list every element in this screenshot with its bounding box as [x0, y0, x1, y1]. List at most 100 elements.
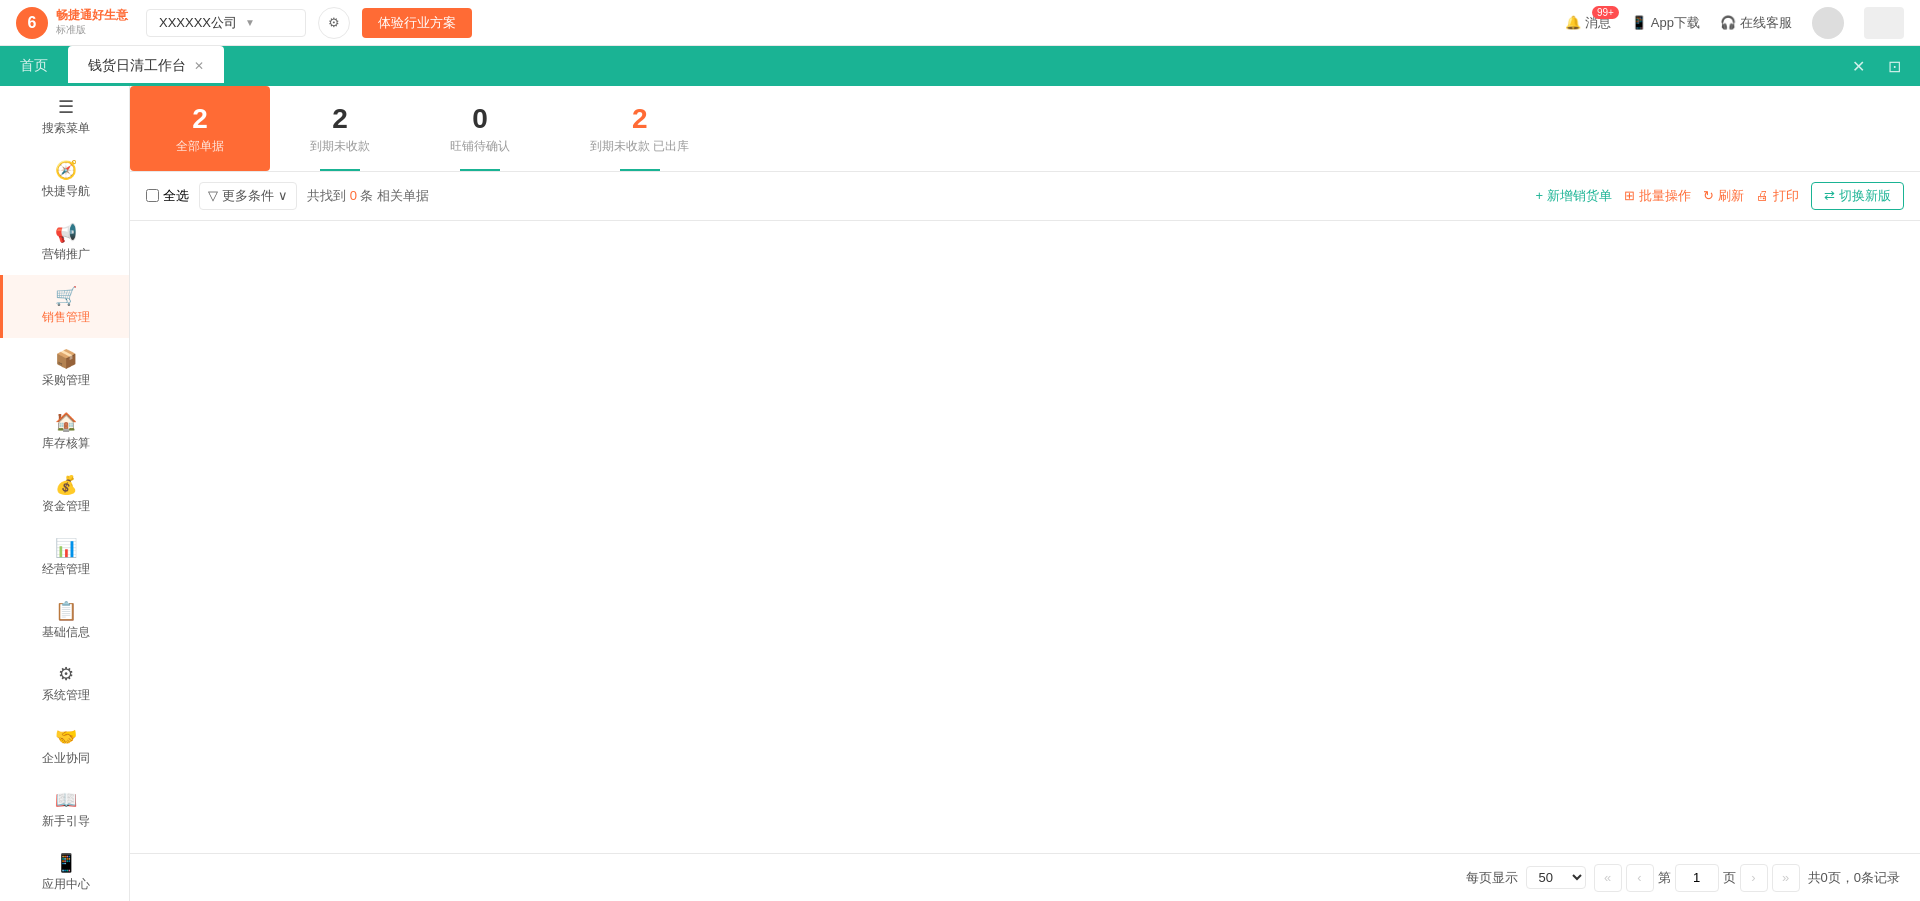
- app-center-icon: 📱: [55, 854, 77, 872]
- gear-icon: ⚙: [328, 15, 340, 30]
- count-unit: 条: [360, 188, 373, 203]
- pagination-nav: « ‹ 第 页 › »: [1594, 864, 1800, 892]
- sidebar-item-quick-nav[interactable]: 🧭 快捷导航: [0, 149, 129, 212]
- sidebar-item-label-finance: 资金管理: [42, 498, 90, 515]
- finance-icon: 💰: [55, 476, 77, 494]
- sales-icon: 🛒: [55, 287, 77, 305]
- sidebar-item-purchase[interactable]: 📦 采购管理: [0, 338, 129, 401]
- select-all-checkbox[interactable]: 全选: [146, 187, 189, 205]
- pagination-last-button[interactable]: »: [1772, 864, 1800, 892]
- tab-work-bench-label: 钱货日清工作台: [88, 57, 186, 75]
- avatar[interactable]: [1812, 7, 1844, 39]
- tab-close-icon[interactable]: ✕: [194, 59, 204, 73]
- count-text: 共找到 0 条 相关单据: [307, 187, 429, 205]
- nav-tabs: 首页 钱货日清工作台 ✕ ✕ ⊡: [0, 46, 1920, 86]
- purchase-icon: 📦: [55, 350, 77, 368]
- summary-label-overdue: 到期未收款: [310, 138, 370, 155]
- sidebar-item-system[interactable]: ⚙ 系统管理: [0, 653, 129, 716]
- summary-card-overdue[interactable]: 2 到期未收款: [270, 86, 410, 171]
- sidebar: ☰ 搜索菜单 🧭 快捷导航 📢 营销推广 🛒 销售管理 📦 采购管理 🏠 库存核…: [0, 86, 130, 901]
- header-actions: ⚙ 体验行业方案: [318, 7, 472, 39]
- system-icon: ⚙: [58, 665, 74, 683]
- sidebar-item-sales[interactable]: 🛒 销售管理: [0, 275, 129, 338]
- total-info: 共0页，0条记录: [1808, 869, 1900, 887]
- marketing-icon: 📢: [55, 224, 77, 242]
- refresh-icon: ↻: [1703, 188, 1714, 203]
- card-underline-2: [460, 169, 500, 171]
- add-btn-label: 新增销货单: [1547, 187, 1612, 205]
- download-icon: 📱: [1631, 15, 1647, 30]
- sidebar-item-finance[interactable]: 💰 资金管理: [0, 464, 129, 527]
- sidebar-item-label-system: 系统管理: [42, 687, 90, 704]
- batch-btn-label: 批量操作: [1639, 187, 1691, 205]
- sidebar-item-label-basic-info: 基础信息: [42, 624, 90, 641]
- basic-info-icon: 📋: [55, 602, 77, 620]
- filter-icon: ▽: [208, 188, 218, 203]
- related-label: 相关单据: [377, 188, 429, 203]
- app-download-label: App下载: [1651, 14, 1700, 32]
- card-underline: [320, 169, 360, 171]
- bell-icon: 🔔: [1565, 15, 1581, 30]
- table-area: [130, 221, 1920, 853]
- message-button[interactable]: 🔔 消息 99+: [1565, 14, 1611, 32]
- select-all-label: 全选: [163, 187, 189, 205]
- select-all-input[interactable]: [146, 189, 159, 202]
- page-label: 第: [1658, 869, 1671, 887]
- search-menu-icon: ☰: [58, 98, 74, 116]
- sidebar-item-inventory[interactable]: 🏠 库存核算: [0, 401, 129, 464]
- content-area: 2 全部单据 2 到期未收款 0 旺铺待确认 2 到期未收款 已出库: [130, 86, 1920, 901]
- filter-button[interactable]: ▽ 更多条件 ∨: [199, 182, 297, 210]
- add-sales-order-button[interactable]: + 新增销货单: [1535, 187, 1612, 205]
- tab-work-bench[interactable]: 钱货日清工作台 ✕: [68, 46, 224, 86]
- logo-icon: 6: [16, 7, 48, 39]
- card-underline-3: [620, 169, 660, 171]
- tab-home[interactable]: 首页: [0, 46, 68, 86]
- online-service-button[interactable]: 🎧 在线客服: [1720, 14, 1792, 32]
- sidebar-item-guide[interactable]: 📖 新手引导: [0, 779, 129, 842]
- nav-close-button[interactable]: ✕: [1844, 52, 1872, 80]
- per-page-select[interactable]: 50 100: [1526, 866, 1586, 889]
- nav-expand-button[interactable]: ⊡: [1880, 52, 1908, 80]
- switch-label: 切换新版: [1839, 187, 1891, 205]
- print-button[interactable]: 🖨 打印: [1756, 187, 1799, 205]
- sidebar-item-label-collaboration: 企业协同: [42, 750, 90, 767]
- sidebar-item-operation[interactable]: 📊 经营管理: [0, 527, 129, 590]
- experience-button[interactable]: 体验行业方案: [362, 8, 472, 38]
- app-download-button[interactable]: 📱 App下载: [1631, 14, 1700, 32]
- sidebar-item-app-center[interactable]: 📱 应用中心: [0, 842, 129, 901]
- logo-text: 畅捷通好生意 标准版: [56, 8, 128, 36]
- batch-operation-button[interactable]: ⊞ 批量操作: [1624, 187, 1691, 205]
- sidebar-item-search-menu[interactable]: ☰ 搜索菜单: [0, 86, 129, 149]
- pagination-first-button[interactable]: «: [1594, 864, 1622, 892]
- sidebar-item-label-inventory: 库存核算: [42, 435, 90, 452]
- sidebar-item-label-sales: 销售管理: [42, 309, 90, 326]
- filter-dropdown-icon: ∨: [278, 188, 288, 203]
- summary-card-all[interactable]: 2 全部单据: [130, 86, 270, 171]
- online-service-label: 在线客服: [1740, 14, 1792, 32]
- footer-pagination: 每页显示 50 100 « ‹ 第 页 › » 共0页，0条记录: [130, 853, 1920, 901]
- sidebar-item-label-marketing: 营销推广: [42, 246, 90, 263]
- sidebar-item-label-quick-nav: 快捷导航: [42, 183, 90, 200]
- summary-num-overdue: 2: [332, 102, 348, 136]
- toolbar-left: 全选 ▽ 更多条件 ∨ 共找到 0 条 相关单据: [146, 182, 429, 210]
- switch-version-button[interactable]: ⇄ 切换新版: [1811, 182, 1904, 210]
- pagination-prev-button[interactable]: ‹: [1626, 864, 1654, 892]
- logo-sub: 标准版: [56, 23, 128, 37]
- page-input[interactable]: [1675, 864, 1719, 892]
- sidebar-item-basic-info[interactable]: 📋 基础信息: [0, 590, 129, 653]
- quick-nav-icon: 🧭: [55, 161, 77, 179]
- inventory-icon: 🏠: [55, 413, 77, 431]
- settings-button[interactable]: ⚙: [318, 7, 350, 39]
- sidebar-item-collaboration[interactable]: 🤝 企业协同: [0, 716, 129, 779]
- user-menu-button[interactable]: [1864, 7, 1904, 39]
- summary-card-shipped[interactable]: 2 到期未收款 已出库: [550, 86, 729, 171]
- refresh-button[interactable]: ↻ 刷新: [1703, 187, 1744, 205]
- summary-label-wangpu: 旺铺待确认: [450, 138, 510, 155]
- sidebar-item-marketing[interactable]: 📢 营销推广: [0, 212, 129, 275]
- company-selector[interactable]: XXXXXX公司 ▼: [146, 9, 306, 37]
- pagination-next-button[interactable]: ›: [1740, 864, 1768, 892]
- summary-num-shipped: 2: [632, 102, 648, 136]
- logo-title: 畅捷通好生意: [56, 8, 128, 22]
- company-name: XXXXXX公司: [159, 14, 237, 32]
- summary-card-wangpu[interactable]: 0 旺铺待确认: [410, 86, 550, 171]
